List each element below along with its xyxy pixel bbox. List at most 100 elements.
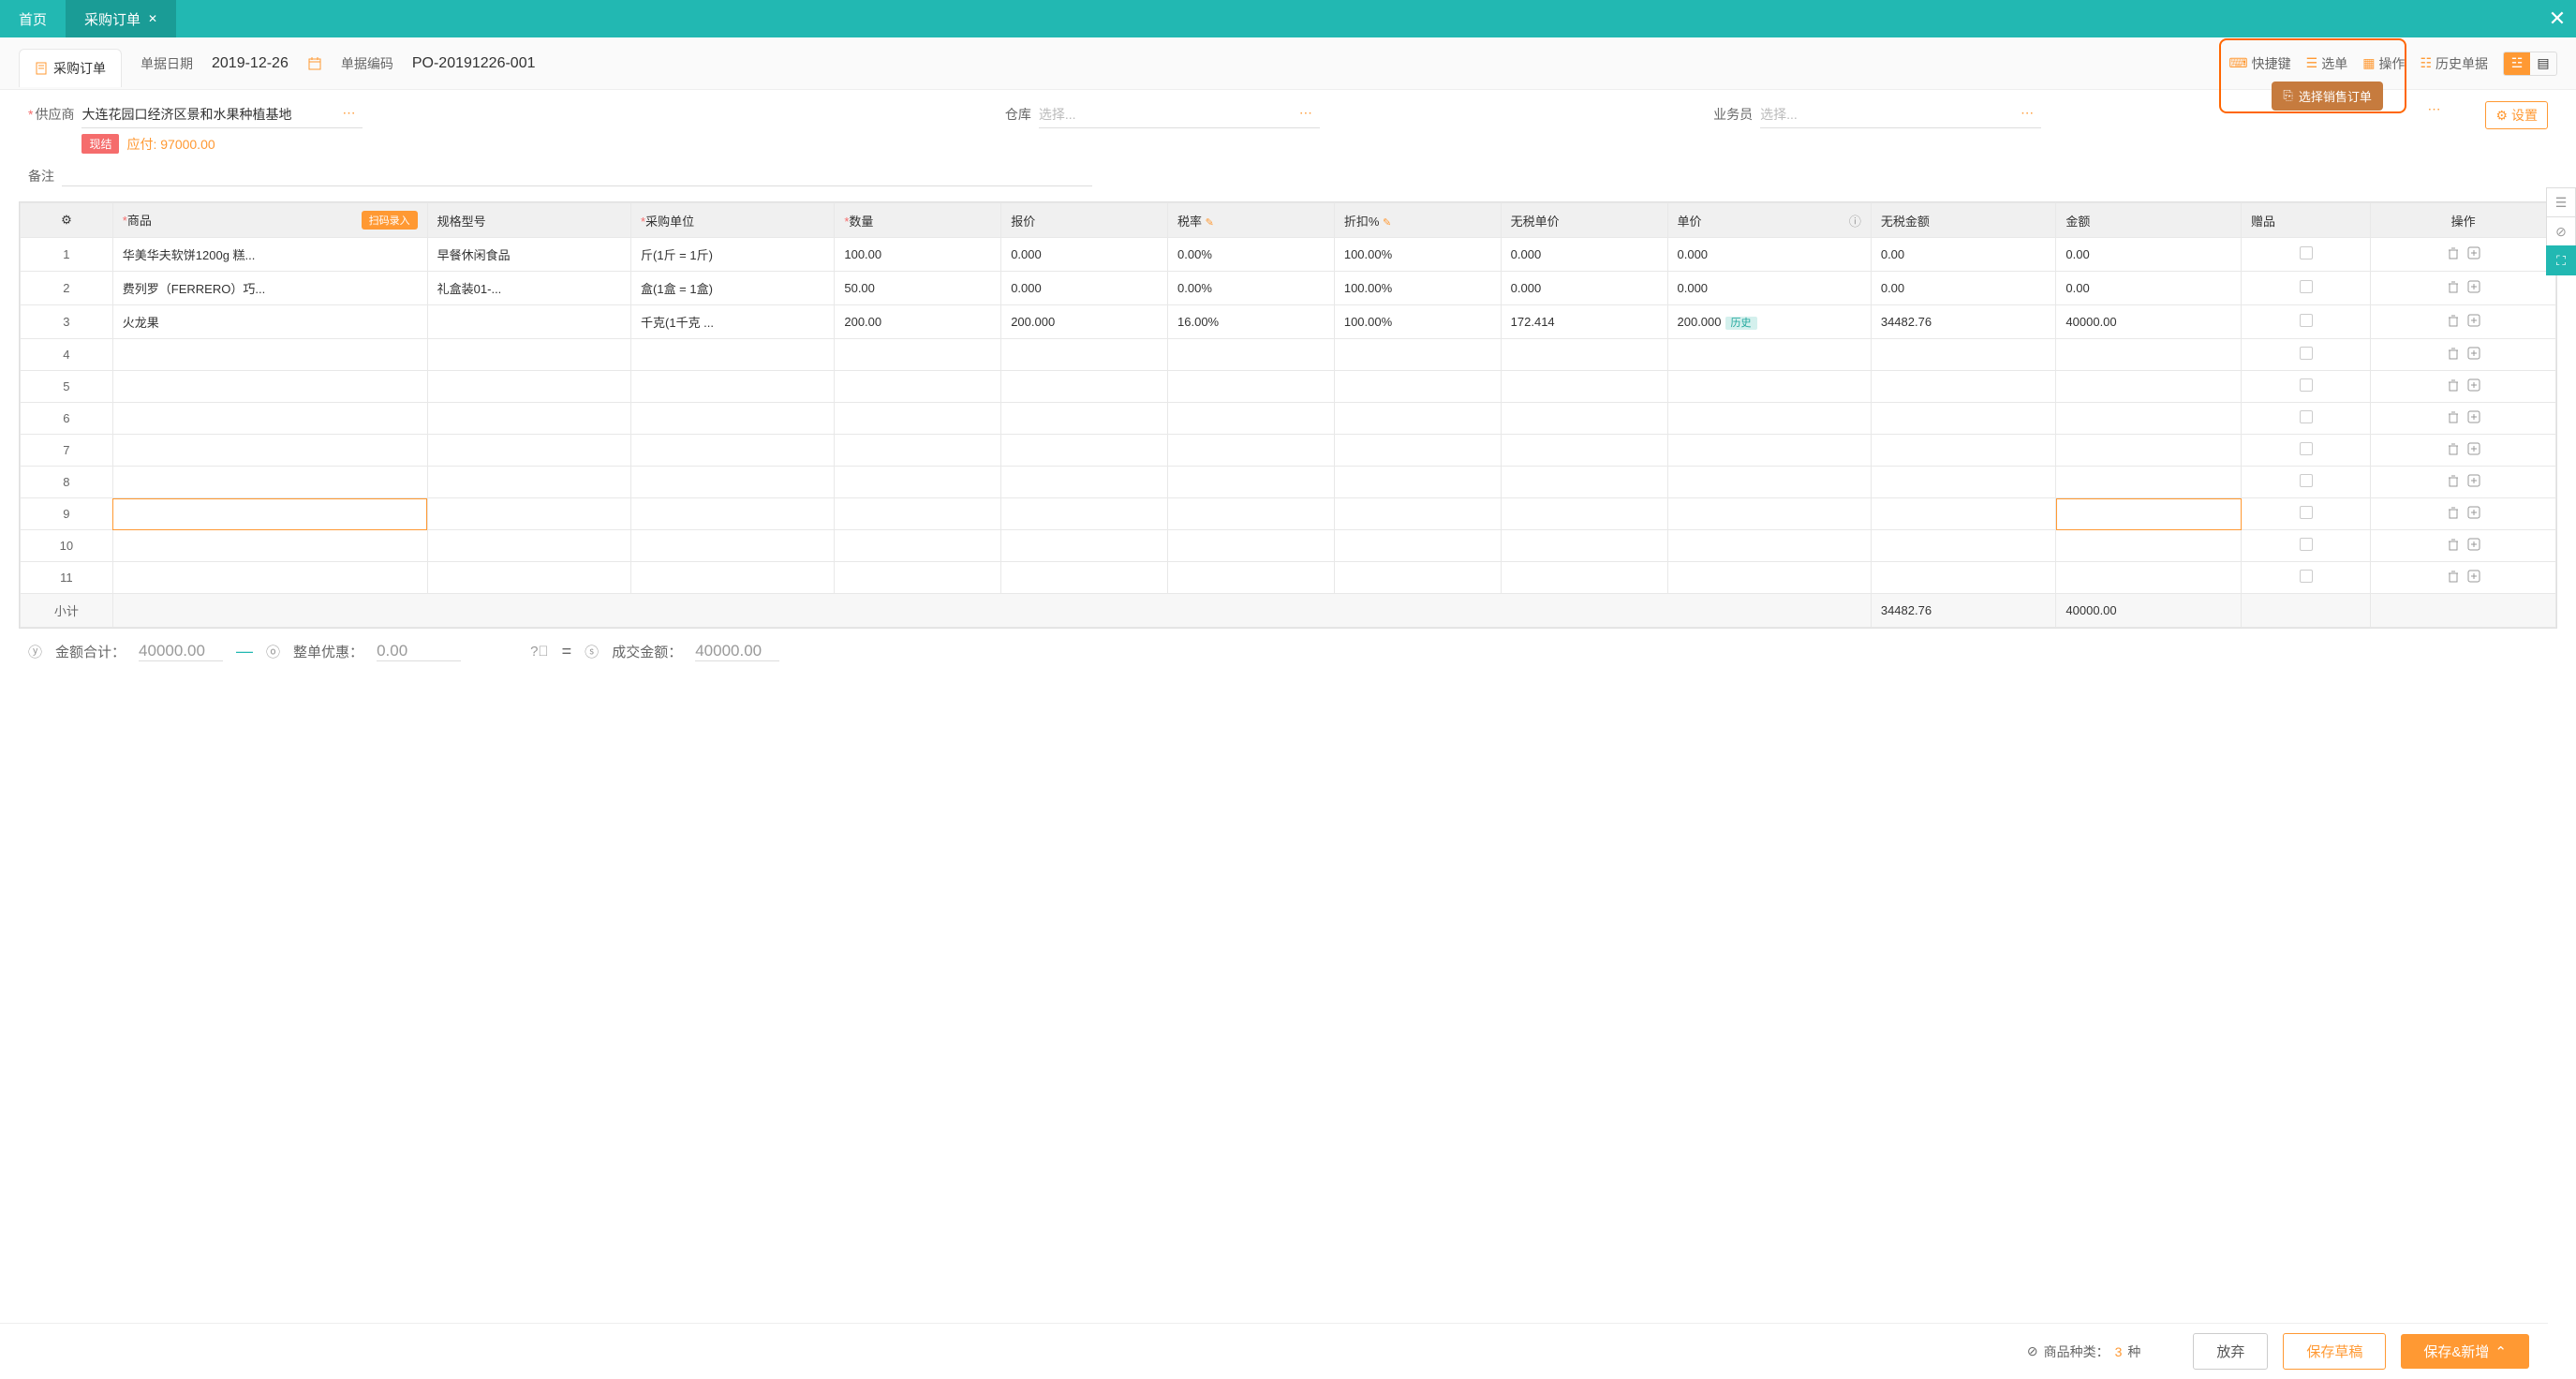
cell-tax[interactable]: 16.00% — [1168, 305, 1335, 339]
cell-quote[interactable] — [1001, 498, 1168, 530]
cell-gift[interactable] — [2242, 371, 2371, 403]
cell-price[interactable] — [1667, 371, 1871, 403]
col-amount-notax[interactable]: 无税金额 — [1871, 203, 2056, 238]
cell-spec[interactable] — [427, 305, 630, 339]
cell-price[interactable] — [1667, 339, 1871, 371]
checkbox[interactable] — [2300, 347, 2313, 360]
cell-price-notax[interactable]: 172.414 — [1501, 305, 1667, 339]
cell-quote[interactable]: 0.000 — [1001, 272, 1168, 305]
cell-discount[interactable] — [1334, 530, 1501, 562]
shortcut-button[interactable]: ⌨快捷键 — [2228, 54, 2290, 73]
cell-amount[interactable]: 0.00 — [2056, 238, 2242, 272]
table-row[interactable]: 7 — [21, 435, 2556, 467]
cell-quote[interactable] — [1001, 562, 1168, 594]
date-value[interactable]: 2019-12-26 — [212, 55, 289, 72]
table-row[interactable]: 10 — [21, 530, 2556, 562]
cell-discount[interactable] — [1334, 467, 1501, 498]
col-product[interactable]: *商品扫码录入 — [112, 203, 427, 238]
cell-price-notax[interactable] — [1501, 530, 1667, 562]
cell-unit[interactable] — [631, 562, 835, 594]
cell-price[interactable] — [1667, 403, 1871, 435]
cell-price-notax[interactable] — [1501, 371, 1667, 403]
cell-amount-notax[interactable] — [1871, 467, 2056, 498]
edit-icon[interactable]: ✎ — [1206, 217, 1214, 229]
delete-icon[interactable] — [2447, 506, 2460, 519]
cell-qty[interactable] — [835, 467, 1001, 498]
help-icon[interactable]: ⓘ — [1849, 212, 1861, 230]
cell-price-notax[interactable] — [1501, 435, 1667, 467]
cell-spec[interactable] — [427, 498, 630, 530]
cell-discount[interactable]: 100.00% — [1334, 272, 1501, 305]
delete-icon[interactable] — [2447, 474, 2460, 487]
cell-discount[interactable] — [1334, 371, 1501, 403]
cell-amount-notax[interactable] — [1871, 339, 2056, 371]
delete-icon[interactable] — [2447, 314, 2460, 327]
select-sales-order-button[interactable]: ⎘ 选择销售订单 — [2272, 82, 2382, 111]
cell-qty[interactable] — [835, 371, 1001, 403]
cell-amount[interactable]: 40000.00 — [2056, 305, 2242, 339]
cell-quote[interactable] — [1001, 530, 1168, 562]
col-spec[interactable]: 规格型号 — [427, 203, 630, 238]
table-row[interactable]: 9 — [21, 498, 2556, 530]
cell-amount[interactable] — [2056, 339, 2242, 371]
supplier-input[interactable]: 大连花园口经济区景和水果种植基地⋯ — [81, 101, 363, 128]
cell-discount[interactable] — [1334, 498, 1501, 530]
cell-unit[interactable]: 千克(1千克 ... — [631, 305, 835, 339]
cell-amount-notax[interactable]: 34482.76 — [1871, 305, 2056, 339]
close-icon[interactable]: ✕ — [148, 12, 157, 25]
cell-price[interactable]: 0.000 — [1667, 238, 1871, 272]
cell-amount-notax[interactable] — [1871, 498, 2056, 530]
delete-icon[interactable] — [2447, 280, 2460, 293]
delete-icon[interactable] — [2447, 570, 2460, 583]
cell-gift[interactable] — [2242, 272, 2371, 305]
add-icon[interactable] — [2467, 314, 2480, 327]
col-gift[interactable]: 赠品 — [2242, 203, 2371, 238]
add-icon[interactable] — [2467, 246, 2480, 259]
cell-qty[interactable] — [835, 339, 1001, 371]
checkbox[interactable] — [2300, 314, 2313, 327]
cell-product[interactable] — [112, 530, 427, 562]
table-row[interactable]: 11 — [21, 562, 2556, 594]
tab-home[interactable]: 首页 — [0, 0, 66, 37]
more-icon[interactable]: ⋯ — [336, 105, 363, 121]
save-new-button[interactable]: 保存&新增 ⌃ — [2401, 1334, 2529, 1369]
table-row[interactable]: 6 — [21, 403, 2556, 435]
more-icon[interactable]: ⋯ — [2015, 105, 2041, 121]
checkbox[interactable] — [2300, 410, 2313, 423]
help-icon[interactable]: ?⃝ — [530, 644, 549, 660]
cell-tax[interactable] — [1168, 403, 1335, 435]
cell-price[interactable] — [1667, 530, 1871, 562]
checkbox[interactable] — [2300, 442, 2313, 455]
tab-purchase-order[interactable]: 采购订单 ✕ — [66, 0, 176, 37]
delete-icon[interactable] — [2447, 410, 2460, 423]
add-icon[interactable] — [2467, 570, 2480, 583]
cell-qty[interactable]: 100.00 — [835, 238, 1001, 272]
add-icon[interactable] — [2467, 410, 2480, 423]
discount-input[interactable]: 0.00 — [377, 642, 461, 661]
cell-gift[interactable] — [2242, 530, 2371, 562]
cell-tax[interactable] — [1168, 562, 1335, 594]
view-list-icon[interactable]: ☳ — [2504, 52, 2530, 75]
cell-amount[interactable] — [2056, 562, 2242, 594]
table-row[interactable]: 1华美华夫软饼1200g 糕...早餐休闲食品斤(1斤 = 1斤)100.000… — [21, 238, 2556, 272]
cell-spec[interactable] — [427, 467, 630, 498]
close-panel-icon[interactable]: ✕ — [2539, 0, 2576, 37]
cell-discount[interactable] — [1334, 435, 1501, 467]
cell-product[interactable] — [112, 562, 427, 594]
salesman-input[interactable]: 选择...⋯ — [1760, 101, 2041, 128]
cell-price[interactable] — [1667, 498, 1871, 530]
cell-amount[interactable] — [2056, 371, 2242, 403]
cell-amount-notax[interactable] — [1871, 371, 2056, 403]
add-icon[interactable] — [2467, 280, 2480, 293]
rail-link-icon[interactable]: ⊘ — [2546, 216, 2576, 246]
add-icon[interactable] — [2467, 378, 2480, 392]
cell-qty[interactable]: 200.00 — [835, 305, 1001, 339]
cell-quote[interactable]: 200.000 — [1001, 305, 1168, 339]
table-row[interactable]: 5 — [21, 371, 2556, 403]
history-badge[interactable]: 历史 — [1725, 317, 1757, 330]
history-button[interactable]: ☷历史单据 — [2420, 54, 2488, 73]
cell-amount-notax[interactable] — [1871, 403, 2056, 435]
cell-discount[interactable]: 100.00% — [1334, 305, 1501, 339]
delete-icon[interactable] — [2447, 442, 2460, 455]
cell-tax[interactable] — [1168, 498, 1335, 530]
